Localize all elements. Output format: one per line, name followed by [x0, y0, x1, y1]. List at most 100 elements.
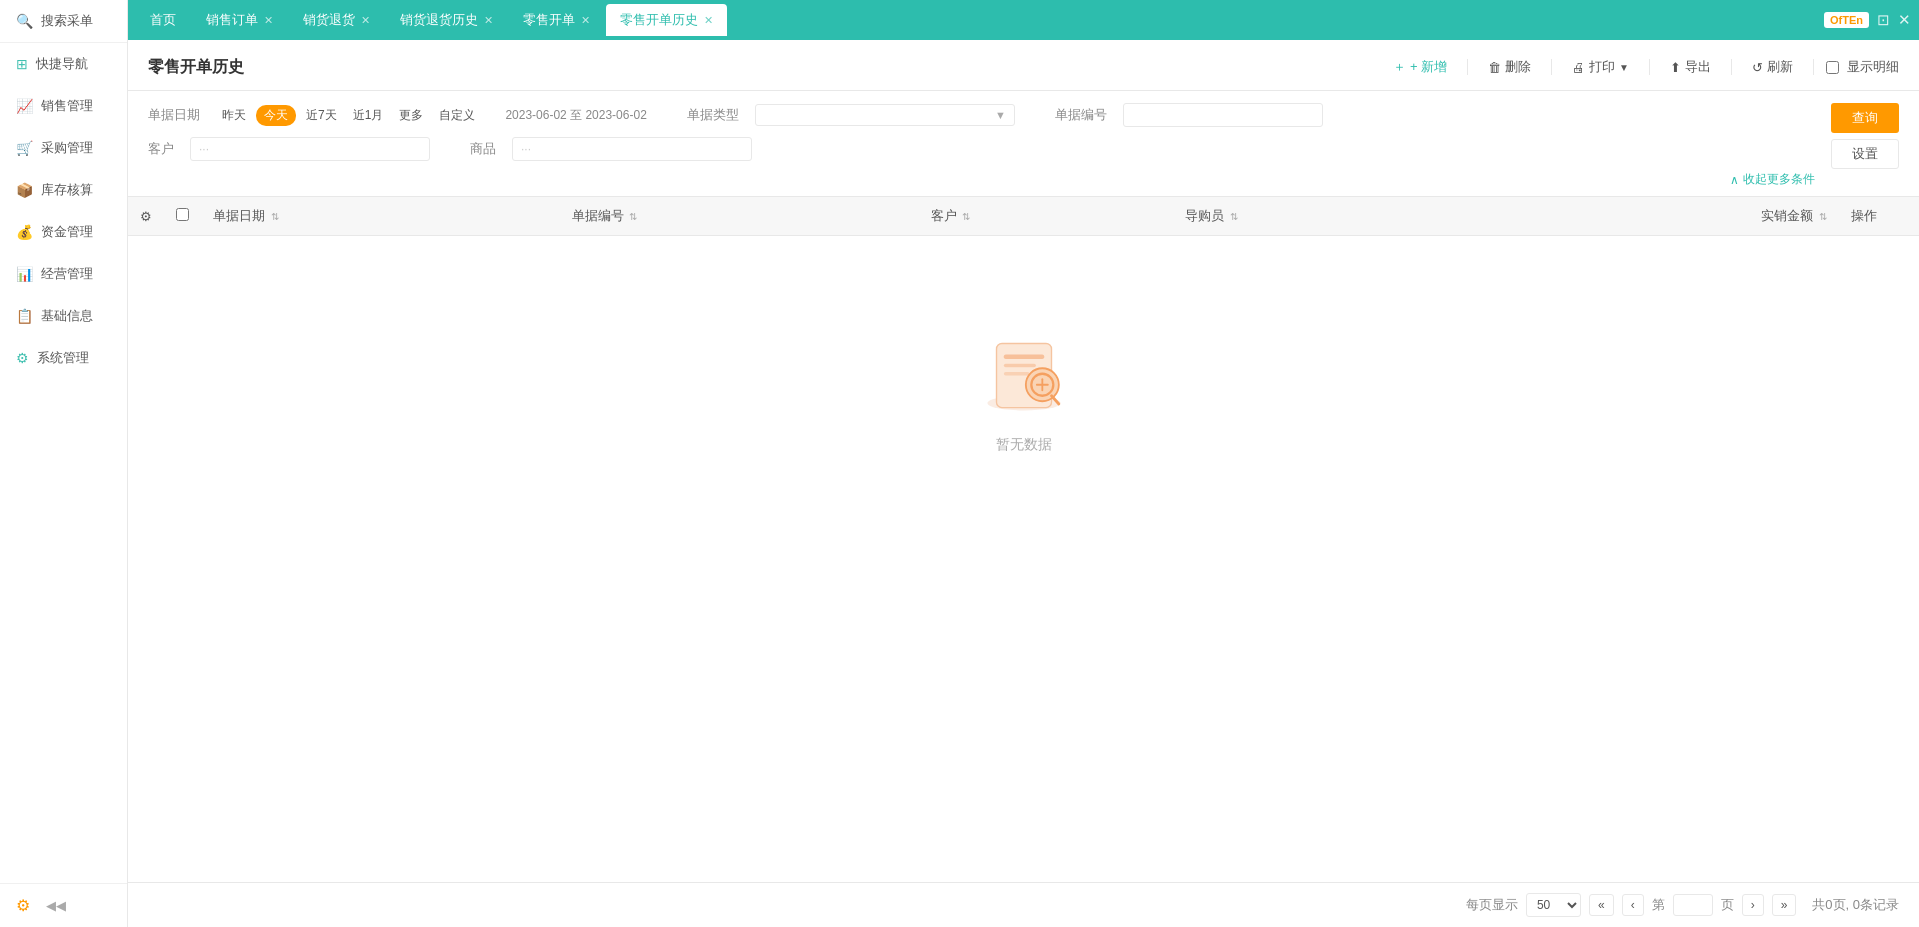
collapse-filter-btn[interactable]: ∧ 收起更多条件 — [1730, 171, 1815, 188]
close-retail-history-icon[interactable]: ✕ — [704, 14, 713, 27]
date-today[interactable]: 今天 — [256, 105, 296, 126]
sidebar-item-purchase-mgmt[interactable]: 🛒 采购管理 — [0, 127, 127, 169]
sidebar-item-label: 库存核算 — [41, 181, 93, 199]
col-actual-amount[interactable]: 实销金额 ⇅ — [1480, 197, 1839, 236]
date-more[interactable]: 更多 — [393, 105, 429, 126]
sidebar-item-sales-mgmt[interactable]: 📈 销售管理 — [0, 85, 127, 127]
date-yesterday[interactable]: 昨天 — [216, 105, 252, 126]
sidebar-item-finance[interactable]: 💰 资金管理 — [0, 211, 127, 253]
display-detail-input[interactable] — [1826, 61, 1839, 74]
config-icon[interactable]: ⚙ — [140, 209, 152, 224]
add-button[interactable]: ＋ + 新增 — [1385, 54, 1455, 80]
tab-bar-close-icon[interactable]: ✕ — [1898, 11, 1911, 29]
tab-bar-max-icon[interactable]: ⊡ — [1877, 11, 1890, 29]
collapse-icon: ∧ — [1730, 173, 1739, 187]
export-button[interactable]: ⬆ 导出 — [1662, 54, 1719, 80]
print-icon: 🖨 — [1572, 60, 1585, 75]
customer-select[interactable]: ··· — [190, 137, 430, 161]
doc-type-arrow-icon: ▼ — [995, 109, 1006, 121]
col-doc-no-label: 单据编号 — [572, 208, 624, 223]
goods-select[interactable]: ··· — [512, 137, 752, 161]
export-icon: ⬆ — [1670, 60, 1681, 75]
tab-sales-return-history[interactable]: 销货退货历史 ✕ — [386, 4, 507, 36]
purchase-mgmt-icon: 🛒 — [16, 140, 33, 156]
date-label: 单据日期 — [148, 106, 200, 124]
empty-state: 暂无数据 — [128, 236, 1919, 534]
sort-doc-date-icon[interactable]: ⇅ — [271, 211, 279, 222]
close-sales-order-icon[interactable]: ✕ — [264, 14, 273, 27]
page-input[interactable]: 1 — [1673, 894, 1713, 916]
print-button[interactable]: 🖨 打印 ▼ — [1564, 54, 1637, 80]
first-page-btn[interactable]: « — [1589, 894, 1614, 916]
refresh-button[interactable]: ↺ 刷新 — [1744, 54, 1801, 80]
tab-sales-order-label: 销售订单 — [206, 11, 258, 29]
operation-icon: 📊 — [16, 266, 33, 282]
filter-date-btns: 昨天 今天 近7天 近1月 更多 自定义 — [216, 105, 481, 126]
close-sales-return-history-icon[interactable]: ✕ — [484, 14, 493, 27]
date-last7[interactable]: 近7天 — [300, 105, 343, 126]
query-button[interactable]: 查询 — [1831, 103, 1899, 133]
sidebar-item-label: 基础信息 — [41, 307, 93, 325]
date-custom[interactable]: 自定义 — [433, 105, 481, 126]
goods-label: 商品 — [470, 140, 496, 158]
action-btns: 查询 设置 — [1831, 103, 1899, 169]
refresh-label: 刷新 — [1767, 58, 1793, 76]
doc-no-input[interactable] — [1123, 103, 1323, 127]
prev-page-btn[interactable]: ‹ — [1622, 894, 1644, 916]
delete-button[interactable]: 🗑 删除 — [1480, 54, 1539, 80]
sort-customer-icon[interactable]: ⇅ — [962, 211, 970, 222]
col-actual-amount-label: 实销金额 — [1761, 208, 1813, 223]
sales-mgmt-icon: 📈 — [16, 98, 33, 114]
sidebar-item-inventory[interactable]: 📦 库存核算 — [0, 169, 127, 211]
last-page-btn[interactable]: » — [1772, 894, 1797, 916]
sidebar-item-label: 采购管理 — [41, 139, 93, 157]
sidebar-item-label: 经营管理 — [41, 265, 93, 283]
tab-sales-order[interactable]: 销售订单 ✕ — [192, 4, 287, 36]
settings-icon[interactable]: ⚙ — [16, 896, 30, 915]
empty-icon-svg — [969, 316, 1079, 426]
setting-button[interactable]: 设置 — [1831, 139, 1899, 169]
col-customer-label: 客户 — [931, 208, 957, 223]
tab-retail-history[interactable]: 零售开单历史 ✕ — [606, 4, 727, 36]
close-retail-open-icon[interactable]: ✕ — [581, 14, 590, 27]
tab-retail-open[interactable]: 零售开单 ✕ — [509, 4, 604, 36]
col-actions: 操作 — [1839, 197, 1919, 236]
empty-text: 暂无数据 — [996, 436, 1052, 454]
sort-guide-icon[interactable]: ⇅ — [1230, 211, 1238, 222]
sort-doc-no-icon[interactable]: ⇅ — [629, 211, 637, 222]
often-badge[interactable]: OfTEn — [1824, 12, 1869, 28]
table-config-col[interactable]: ⚙ — [128, 197, 164, 236]
sort-actual-amount-icon[interactable]: ⇅ — [1819, 211, 1827, 222]
col-doc-date[interactable]: 单据日期 ⇅ — [201, 197, 560, 236]
sidebar-item-basic-info[interactable]: 📋 基础信息 — [0, 295, 127, 337]
col-guide[interactable]: 导购员 ⇅ — [1173, 197, 1480, 236]
filter-area: 单据日期 昨天 今天 近7天 近1月 更多 自定义 2023-06-02 至 2… — [128, 91, 1919, 197]
display-detail-checkbox[interactable]: 显示明细 — [1826, 58, 1899, 76]
col-customer[interactable]: 客户 ⇅ — [919, 197, 1174, 236]
sidebar-item-quick-nav[interactable]: ⊞ 快捷导航 — [0, 43, 127, 85]
date-last-month[interactable]: 近1月 — [347, 105, 390, 126]
close-sales-return-icon[interactable]: ✕ — [361, 14, 370, 27]
col-guide-label: 导购员 — [1185, 208, 1224, 223]
sidebar-item-sys-mgmt[interactable]: ⚙ 系统管理 — [0, 337, 127, 379]
toolbar-divider-3 — [1649, 59, 1650, 75]
tab-sales-return-label: 销货退货 — [303, 11, 355, 29]
tab-sales-return[interactable]: 销货退货 ✕ — [289, 4, 384, 36]
select-all-checkbox[interactable] — [176, 208, 189, 221]
per-page-select[interactable]: 50 10 20 100 — [1526, 893, 1581, 917]
basic-info-icon: 📋 — [16, 308, 33, 324]
sidebar-footer: ⚙ ◀◀ — [0, 883, 127, 927]
next-page-btn[interactable]: › — [1742, 894, 1764, 916]
svg-rect-2 — [1003, 355, 1043, 360]
doc-type-select[interactable]: ▼ — [755, 104, 1015, 126]
main-content: 首页 销售订单 ✕ 销货退货 ✕ 销货退货历史 ✕ 零售开单 ✕ 零售开单历史 … — [128, 0, 1919, 927]
table-check-col[interactable] — [164, 197, 201, 236]
doc-type-label: 单据类型 — [687, 106, 739, 124]
delete-label: 删除 — [1505, 58, 1531, 76]
tab-home[interactable]: 首页 — [136, 4, 190, 36]
tab-retail-open-label: 零售开单 — [523, 11, 575, 29]
sidebar-item-operation[interactable]: 📊 经营管理 — [0, 253, 127, 295]
sidebar-search[interactable]: 🔍 搜索采单 — [0, 0, 127, 43]
col-doc-no[interactable]: 单据编号 ⇅ — [560, 197, 919, 236]
collapse-sidebar-icon[interactable]: ◀◀ — [46, 898, 66, 913]
